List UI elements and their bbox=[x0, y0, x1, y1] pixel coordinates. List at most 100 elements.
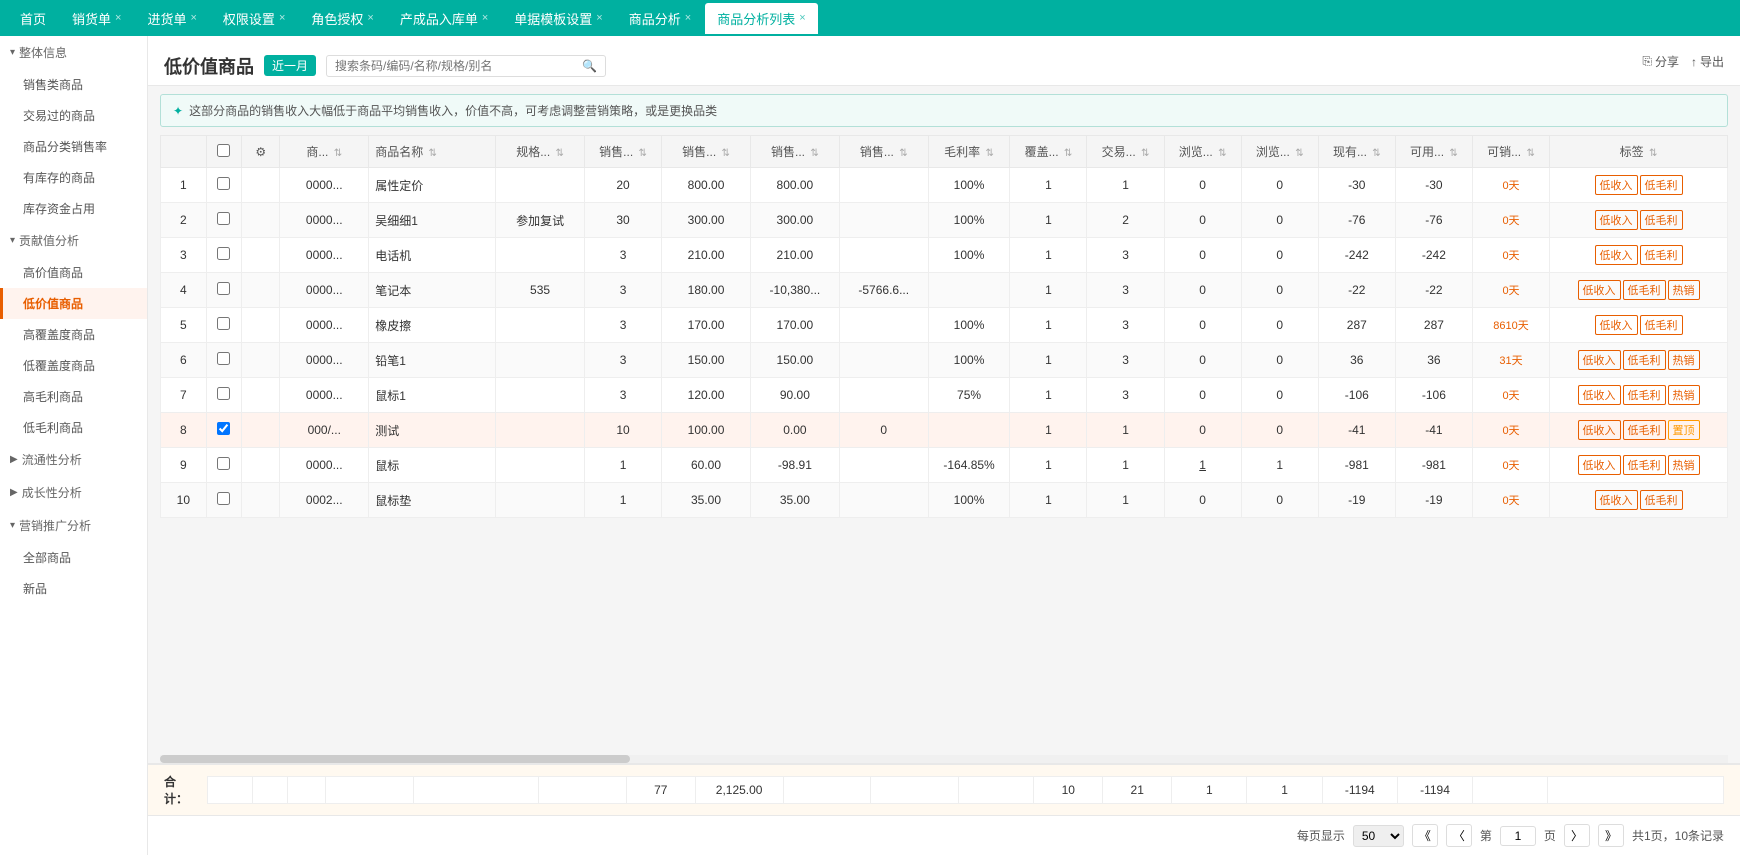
nav-template-close[interactable]: × bbox=[596, 12, 602, 24]
th-spec[interactable]: 规格... ⇅ bbox=[496, 136, 585, 168]
sidebar-item-high-margin[interactable]: 高毛利商品 bbox=[0, 381, 147, 412]
row-gear[interactable] bbox=[242, 483, 280, 518]
row-browse1[interactable]: 0 bbox=[1164, 238, 1241, 273]
row-check[interactable] bbox=[206, 238, 242, 273]
row-checkbox[interactable] bbox=[217, 317, 230, 330]
row-check[interactable] bbox=[206, 273, 242, 308]
th-cover[interactable]: 覆盖... ⇅ bbox=[1010, 136, 1087, 168]
last-page-btn[interactable]: 》 bbox=[1598, 824, 1624, 847]
table-container[interactable]: ⚙ 商... ⇅ 商品名称 ⇅ 规格... ⇅ 销售... ⇅ 销售... ⇅ … bbox=[148, 135, 1740, 755]
row-browse1[interactable]: 0 bbox=[1164, 168, 1241, 203]
export-button[interactable]: ↑ 导出 bbox=[1691, 53, 1724, 70]
th-sale-price[interactable]: 销售... ⇅ bbox=[750, 136, 839, 168]
row-gear[interactable] bbox=[242, 168, 280, 203]
row-checkbox[interactable] bbox=[217, 457, 230, 470]
th-tags[interactable]: 标签 ⇅ bbox=[1550, 136, 1728, 168]
filter-tag-month[interactable]: 近一月 bbox=[264, 55, 316, 76]
sidebar-group-growth[interactable]: ▶ 成长性分析 bbox=[0, 476, 147, 509]
row-gear[interactable] bbox=[242, 378, 280, 413]
sidebar-group-overview[interactable]: ▾ 整体信息 bbox=[0, 36, 147, 69]
th-sellable[interactable]: 可销... ⇅ bbox=[1472, 136, 1549, 168]
nav-goods-list[interactable]: 商品分析列表 × bbox=[705, 3, 817, 34]
th-trade[interactable]: 交易... ⇅ bbox=[1087, 136, 1164, 168]
th-check[interactable] bbox=[206, 136, 242, 168]
nav-roles[interactable]: 角色授权 × bbox=[299, 3, 385, 34]
next-page-btn[interactable]: 〉 bbox=[1564, 824, 1590, 847]
row-check[interactable] bbox=[206, 448, 242, 483]
row-browse1[interactable]: 1 bbox=[1164, 448, 1241, 483]
row-checkbox[interactable] bbox=[217, 352, 230, 365]
sidebar-item-low-value[interactable]: 低价值商品 bbox=[0, 288, 147, 319]
prev-page-btn[interactable]: 〈 bbox=[1446, 824, 1472, 847]
nav-product-storage-close[interactable]: × bbox=[482, 12, 488, 24]
nav-purchase[interactable]: 进货单 × bbox=[135, 3, 208, 34]
nav-goods-analysis[interactable]: 商品分析 × bbox=[617, 3, 703, 34]
row-checkbox[interactable] bbox=[217, 492, 230, 505]
sidebar-item-low-margin[interactable]: 低毛利商品 bbox=[0, 412, 147, 443]
th-stock[interactable]: 现有... ⇅ bbox=[1318, 136, 1395, 168]
nav-sales-close[interactable]: × bbox=[115, 12, 121, 24]
nav-home[interactable]: 首页 bbox=[8, 3, 58, 34]
row-check[interactable] bbox=[206, 483, 242, 518]
nav-template[interactable]: 单据模板设置 × bbox=[502, 3, 614, 34]
th-gross[interactable]: 毛利率 ⇅ bbox=[928, 136, 1010, 168]
row-gear[interactable] bbox=[242, 273, 280, 308]
nav-goods-analysis-close[interactable]: × bbox=[685, 12, 691, 24]
th-gear[interactable]: ⚙ bbox=[242, 136, 280, 168]
nav-roles-close[interactable]: × bbox=[367, 12, 373, 24]
browse1-link[interactable]: 1 bbox=[1199, 458, 1206, 472]
row-browse1[interactable]: 0 bbox=[1164, 483, 1241, 518]
row-gear[interactable] bbox=[242, 238, 280, 273]
nav-sales[interactable]: 销货单 × bbox=[60, 3, 133, 34]
row-browse1[interactable]: 0 bbox=[1164, 308, 1241, 343]
sidebar-item-category-rate[interactable]: 商品分类销售率 bbox=[0, 131, 147, 162]
row-checkbox[interactable] bbox=[217, 247, 230, 260]
th-sale-amt[interactable]: 销售... ⇅ bbox=[662, 136, 751, 168]
row-checkbox[interactable] bbox=[217, 387, 230, 400]
th-browse2[interactable]: 浏览... ⇅ bbox=[1241, 136, 1318, 168]
row-gear[interactable] bbox=[242, 343, 280, 378]
page-size-select[interactable]: 50 20 100 bbox=[1353, 825, 1404, 847]
search-icon[interactable]: 🔍 bbox=[582, 59, 597, 73]
row-checkbox[interactable] bbox=[217, 212, 230, 225]
sidebar-group-flow[interactable]: ▶ 流通性分析 bbox=[0, 443, 147, 476]
page-number-input[interactable] bbox=[1500, 826, 1536, 846]
sidebar-item-stock-capital[interactable]: 库存资金占用 bbox=[0, 193, 147, 224]
sidebar-item-low-coverage[interactable]: 低覆盖度商品 bbox=[0, 350, 147, 381]
nav-permissions[interactable]: 权限设置 × bbox=[211, 3, 297, 34]
th-browse1[interactable]: 浏览... ⇅ bbox=[1164, 136, 1241, 168]
first-page-btn[interactable]: 《 bbox=[1412, 824, 1438, 847]
sidebar-item-new-goods[interactable]: 新品 bbox=[0, 573, 147, 604]
horizontal-scrollbar[interactable] bbox=[160, 755, 1728, 763]
row-check[interactable] bbox=[206, 343, 242, 378]
row-check[interactable] bbox=[206, 168, 242, 203]
th-name[interactable]: 商品名称 ⇅ bbox=[369, 136, 496, 168]
search-input[interactable] bbox=[335, 59, 578, 73]
th-code[interactable]: 商... ⇅ bbox=[280, 136, 369, 168]
row-browse1[interactable]: 0 bbox=[1164, 413, 1241, 448]
row-browse1[interactable]: 0 bbox=[1164, 203, 1241, 238]
row-check[interactable] bbox=[206, 308, 242, 343]
share-button[interactable]: ⎘ 分享 bbox=[1642, 53, 1679, 70]
row-gear[interactable] bbox=[242, 308, 280, 343]
nav-product-storage[interactable]: 产成品入库单 × bbox=[388, 3, 500, 34]
th-sale-qty[interactable]: 销售... ⇅ bbox=[585, 136, 662, 168]
th-avail[interactable]: 可用... ⇅ bbox=[1395, 136, 1472, 168]
nav-purchase-close[interactable]: × bbox=[190, 12, 196, 24]
nav-goods-list-close[interactable]: × bbox=[799, 12, 805, 24]
row-gear[interactable] bbox=[242, 413, 280, 448]
th-sale-cost[interactable]: 销售... ⇅ bbox=[839, 136, 928, 168]
row-checkbox[interactable] bbox=[217, 177, 230, 190]
row-browse1[interactable]: 0 bbox=[1164, 378, 1241, 413]
row-gear[interactable] bbox=[242, 203, 280, 238]
scrollbar-thumb[interactable] bbox=[160, 755, 630, 763]
row-checkbox[interactable] bbox=[217, 422, 230, 435]
row-gear[interactable] bbox=[242, 448, 280, 483]
select-all-checkbox[interactable] bbox=[217, 144, 230, 157]
sidebar-item-traded-goods[interactable]: 交易过的商品 bbox=[0, 100, 147, 131]
row-checkbox[interactable] bbox=[217, 282, 230, 295]
sidebar-item-high-value[interactable]: 高价值商品 bbox=[0, 257, 147, 288]
row-check[interactable] bbox=[206, 413, 242, 448]
sidebar-item-stocked-goods[interactable]: 有库存的商品 bbox=[0, 162, 147, 193]
sidebar-item-sales-goods[interactable]: 销售类商品 bbox=[0, 69, 147, 100]
